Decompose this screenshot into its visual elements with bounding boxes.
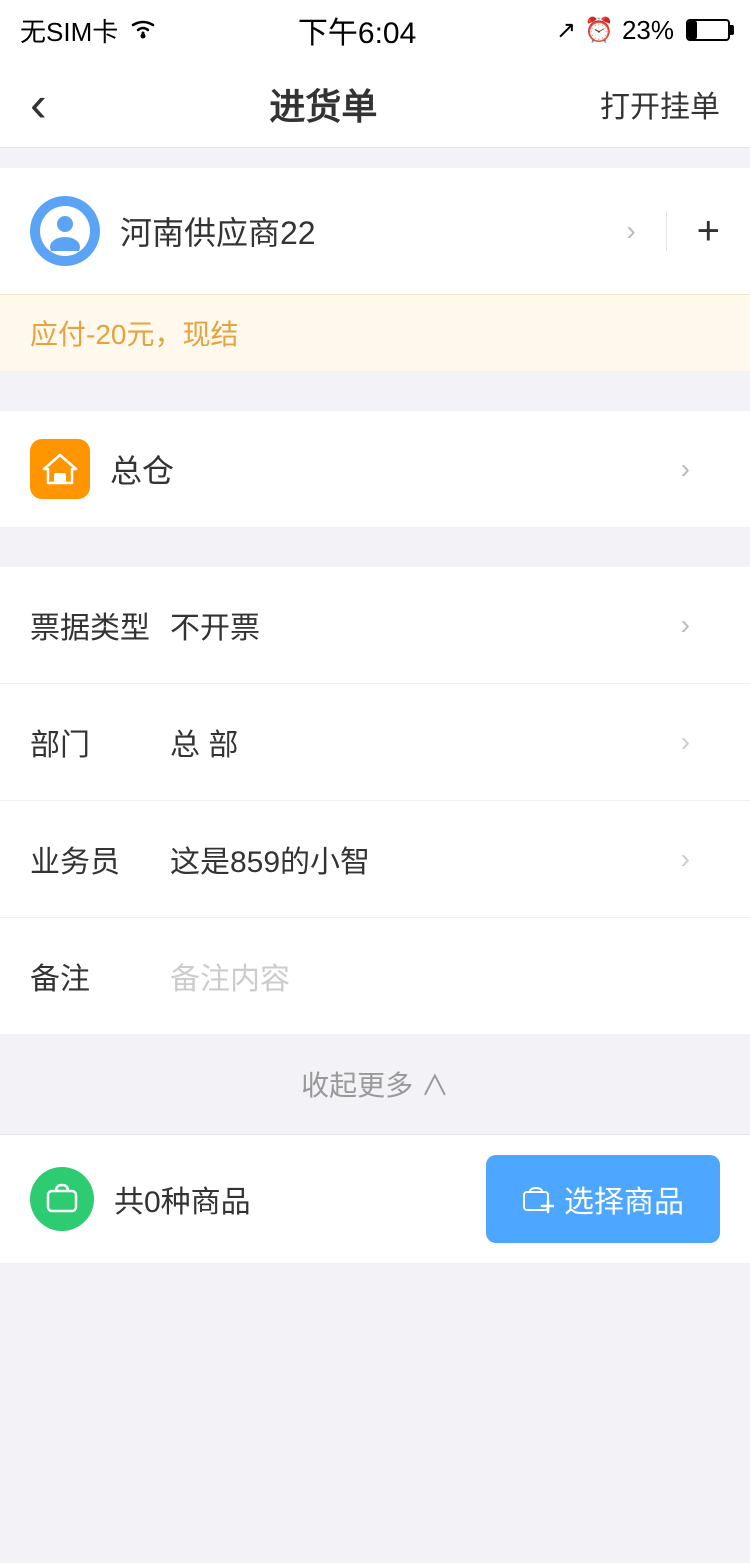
supplier-avatar [30, 196, 100, 266]
gray-background [0, 1263, 750, 1563]
invoice-type-row[interactable]: 票据类型 不开票 › [0, 567, 750, 684]
divider-3 [0, 527, 750, 547]
remark-label: 备注 [30, 954, 170, 998]
divider-1 [0, 148, 750, 168]
carrier-label: 无SIM卡 [20, 12, 118, 49]
warehouse-chevron-icon: › [681, 453, 690, 485]
salesperson-row[interactable]: 业务员 这是859的小智 › [0, 801, 750, 918]
collapse-label: 收起更多 ∧ [301, 1064, 449, 1104]
gps-icon: ↗ [556, 16, 576, 45]
home-icon [42, 451, 78, 487]
select-btn-icon [522, 1182, 554, 1216]
remark-placeholder[interactable]: 备注内容 [170, 954, 720, 998]
open-pending-button[interactable]: 打开挂单 [600, 82, 720, 126]
person-icon [45, 211, 85, 251]
wifi-icon [128, 15, 158, 46]
collapse-row[interactable]: 收起更多 ∧ [0, 1034, 750, 1134]
alarm-icon: ⏰ [584, 16, 614, 45]
notice-text: 应付-20元，现结 [30, 319, 238, 350]
warehouse-name: 总仓 [110, 446, 681, 492]
status-time: 下午6:04 [298, 8, 416, 52]
salesperson-chevron-icon: › [681, 843, 690, 875]
salesperson-label: 业务员 [30, 837, 170, 881]
add-supplier-button[interactable]: + [666, 211, 720, 251]
back-button[interactable]: ‹ [30, 75, 47, 133]
invoice-type-value: 不开票 [170, 603, 681, 647]
notice-banner: 应付-20元，现结 [0, 294, 750, 371]
supplier-name: 河南供应商22 [120, 208, 626, 254]
page-title: 进货单 [269, 78, 377, 130]
department-label: 部门 [30, 720, 170, 764]
salesperson-value: 这是859的小智 [170, 837, 681, 881]
select-btn-label: 选择商品 [564, 1177, 684, 1221]
form-section: 票据类型 不开票 › 部门 总 部 › 业务员 这是859的小智 › 备注 备注… [0, 567, 750, 1034]
supplier-chevron-icon: › [626, 215, 635, 247]
select-product-button[interactable]: 选择商品 [486, 1155, 720, 1243]
department-chevron-icon: › [681, 726, 690, 758]
bottom-bar: 共0种商品 选择商品 [0, 1134, 750, 1263]
product-count-label: 共0种商品 [114, 1177, 486, 1221]
department-row[interactable]: 部门 总 部 › [0, 684, 750, 801]
battery-percent: 23% [622, 15, 674, 46]
status-left: 无SIM卡 [20, 12, 158, 49]
nav-bar: ‹ 进货单 打开挂单 [0, 60, 750, 148]
department-value: 总 部 [170, 720, 681, 764]
status-bar: 无SIM卡 下午6:04 ↗ ⏰ 23% [0, 0, 750, 60]
invoice-type-chevron-icon: › [681, 609, 690, 641]
status-right: ↗ ⏰ 23% [556, 15, 730, 46]
battery-icon [686, 19, 730, 41]
warehouse-row[interactable]: 总仓 › [0, 411, 750, 527]
divider-2 [0, 371, 750, 391]
product-icon [30, 1167, 94, 1231]
invoice-type-label: 票据类型 [30, 603, 170, 647]
remark-row[interactable]: 备注 备注内容 [0, 918, 750, 1034]
supplier-section: 河南供应商22 › + 应付-20元，现结 [0, 168, 750, 371]
cart-icon [44, 1181, 80, 1217]
supplier-row[interactable]: 河南供应商22 › + [0, 168, 750, 294]
warehouse-icon [30, 439, 90, 499]
